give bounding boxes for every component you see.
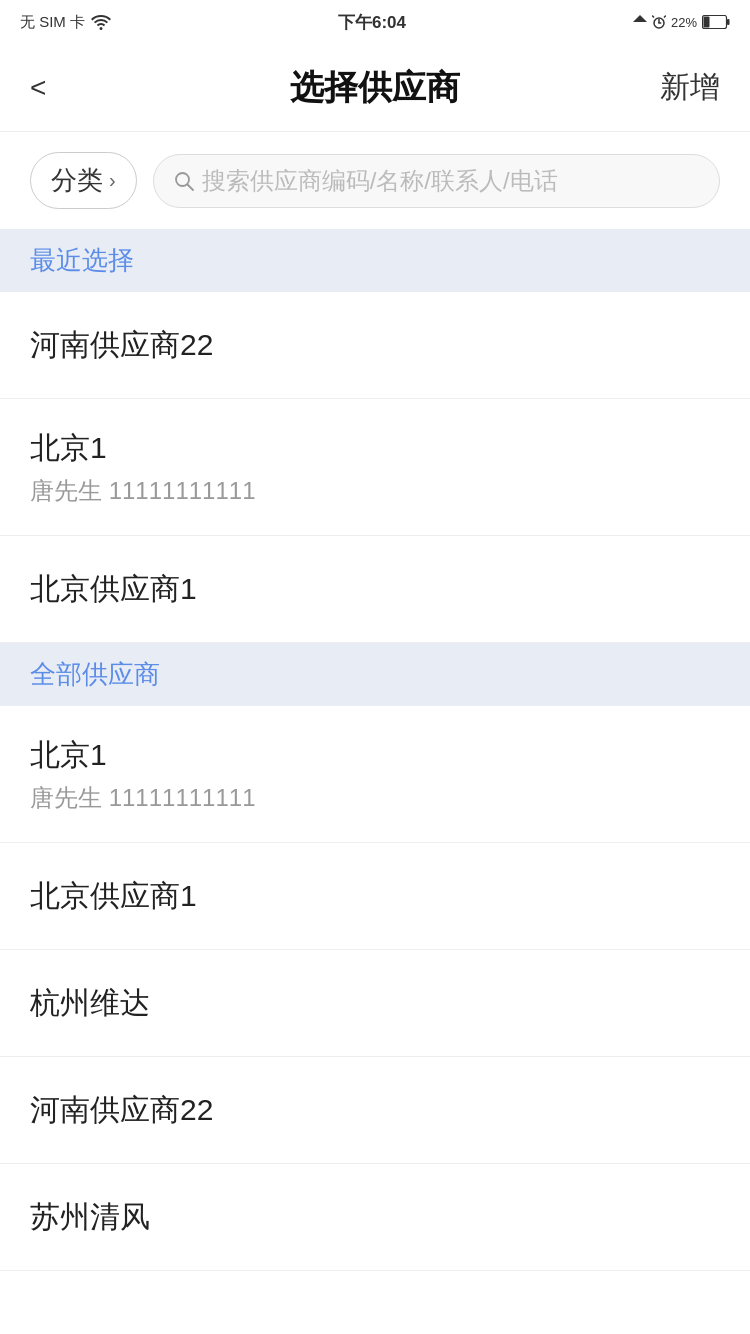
search-box[interactable]: 搜索供应商编码/名称/联系人/电话: [153, 154, 720, 208]
svg-rect-2: [658, 22, 661, 24]
item-name: 河南供应商22: [30, 1089, 720, 1131]
item-name: 河南供应商22: [30, 324, 720, 366]
recent-section-header: 最近选择: [0, 229, 750, 292]
all-section-label: 全部供应商: [30, 659, 160, 689]
all-list-item[interactable]: 杭州维达: [0, 950, 750, 1057]
battery-icon: [702, 15, 730, 29]
recent-list-item[interactable]: 北京供应商1: [0, 536, 750, 643]
all-list-item[interactable]: 苏州清风: [0, 1164, 750, 1271]
item-sub: 唐先生 11111111111: [30, 475, 720, 507]
location-icon: [633, 15, 647, 29]
item-name: 北京1: [30, 427, 720, 469]
recent-items-list: 河南供应商22 北京1 唐先生 11111111111 北京供应商1: [0, 292, 750, 643]
sim-status: 无 SIM 卡: [20, 13, 85, 32]
svg-line-7: [187, 184, 193, 190]
back-button[interactable]: <: [30, 72, 90, 104]
svg-rect-5: [727, 19, 730, 25]
alarm-icon: [652, 15, 666, 29]
wifi-icon: [91, 14, 111, 30]
all-list-item[interactable]: 河南供应商22: [0, 1057, 750, 1164]
svg-rect-4: [703, 17, 709, 28]
status-time: 下午6:04: [338, 11, 406, 34]
battery-percent: 22%: [671, 15, 697, 30]
recent-list-item[interactable]: 河南供应商22: [0, 292, 750, 399]
filter-bar: 分类 › 搜索供应商编码/名称/联系人/电话: [0, 132, 750, 229]
search-icon: [174, 171, 194, 191]
all-items-list: 北京1 唐先生 11111111111 北京供应商1 杭州维达河南供应商22 苏州清风: [0, 706, 750, 1271]
item-name: 北京供应商1: [30, 875, 720, 917]
page-title: 选择供应商: [290, 65, 460, 111]
recent-section-label: 最近选择: [30, 245, 134, 275]
item-sub: 唐先生 11111111111: [30, 782, 720, 814]
all-list-item[interactable]: 北京1 唐先生 11111111111: [0, 706, 750, 843]
all-list-item[interactable]: 北京供应商1: [0, 843, 750, 950]
item-name: 北京1: [30, 734, 720, 776]
item-name: 苏州清风: [30, 1196, 720, 1238]
recent-list-item[interactable]: 北京1 唐先生 11111111111: [0, 399, 750, 536]
category-label: 分类: [51, 163, 103, 198]
all-section-header: 全部供应商: [0, 643, 750, 706]
add-button[interactable]: 新增: [660, 67, 720, 108]
status-right: 22%: [633, 15, 730, 30]
status-bar: 无 SIM 卡 下午6:04 22%: [0, 0, 750, 44]
item-name: 北京供应商1: [30, 568, 720, 610]
nav-bar: < 选择供应商 新增: [0, 44, 750, 132]
category-button[interactable]: 分类 ›: [30, 152, 137, 209]
search-placeholder: 搜索供应商编码/名称/联系人/电话: [202, 165, 558, 197]
status-left: 无 SIM 卡: [20, 13, 111, 32]
chevron-right-icon: ›: [109, 169, 116, 192]
item-name: 杭州维达: [30, 982, 720, 1024]
